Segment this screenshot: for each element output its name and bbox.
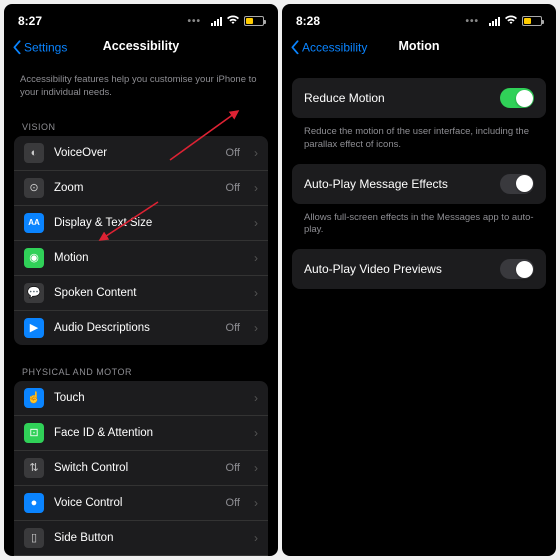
- status-bar: 8:27 •••: [4, 4, 278, 32]
- chevron-right-icon: ›: [254, 531, 258, 545]
- recording-indicator-icon: •••: [465, 16, 479, 27]
- cell-signal-icon: [211, 17, 222, 26]
- row-label: Face ID & Attention: [54, 427, 240, 439]
- row-value: Off: [226, 322, 240, 334]
- chevron-right-icon: ›: [254, 286, 258, 300]
- zoom-icon: ⊙: [24, 178, 44, 198]
- row-label: Voice Control: [54, 497, 216, 509]
- row-label: Zoom: [54, 182, 216, 194]
- content-scroll[interactable]: Accessibility features help you customis…: [4, 64, 278, 556]
- group-vision: ◐ VoiceOver Off › ⊙ Zoom Off › AA Display & Text …: [14, 136, 268, 345]
- phone-left-accessibility: 8:27 ••• Settings Accessibility Accessib…: [4, 4, 278, 556]
- row-voiceover[interactable]: ◐ VoiceOver Off ›: [14, 136, 268, 171]
- sidebutton-icon: ▯: [24, 528, 44, 548]
- group-reduce-motion: Reduce Motion: [292, 78, 546, 118]
- nav-bar: Settings Accessibility: [4, 32, 278, 64]
- chevron-left-icon: [290, 40, 300, 54]
- voicectrl-icon: ●: [24, 493, 44, 513]
- status-bar: 8:28 •••: [282, 4, 556, 32]
- cell-signal-icon: [489, 17, 500, 26]
- row-label: VoiceOver: [54, 147, 216, 159]
- switchctrl-icon: ⇅: [24, 458, 44, 478]
- group-physical: ☝ Touch › ⊡ Face ID & Attention › ⇅ Switch Cont…: [14, 381, 268, 556]
- row-reduce-motion[interactable]: Reduce Motion: [292, 78, 546, 118]
- back-label: Settings: [24, 40, 67, 54]
- battery-icon: [522, 16, 542, 26]
- row-switchctrl[interactable]: ⇅ Switch Control Off ›: [14, 451, 268, 486]
- status-icons: •••: [465, 14, 542, 28]
- row-value: Off: [226, 182, 240, 194]
- row-label: Display & Text Size: [54, 217, 240, 229]
- page-title: Accessibility: [103, 39, 179, 53]
- audiodesc-icon: ▶: [24, 318, 44, 338]
- chevron-left-icon: [12, 40, 22, 54]
- status-time: 8:28: [296, 14, 320, 28]
- voiceover-icon: ◐: [24, 143, 44, 163]
- nav-bar: Accessibility Motion: [282, 32, 556, 64]
- group-auto-play-message-effects: Auto-Play Message Effects: [292, 164, 546, 204]
- faceid-icon: ⊡: [24, 423, 44, 443]
- status-time: 8:27: [18, 14, 42, 28]
- chevron-right-icon: ›: [254, 391, 258, 405]
- chevron-right-icon: ›: [254, 146, 258, 160]
- row-value: Off: [226, 147, 240, 159]
- row-label: Audio Descriptions: [54, 322, 216, 334]
- row-label: Spoken Content: [54, 287, 240, 299]
- section-header-physical: PHYSICAL AND MOTOR: [10, 359, 272, 381]
- row-voicectrl[interactable]: ● Voice Control Off ›: [14, 486, 268, 521]
- group-auto-play-video-previews: Auto-Play Video Previews: [292, 249, 546, 289]
- row-label: Auto-Play Video Previews: [304, 262, 490, 276]
- row-motion[interactable]: ◉ Motion ›: [14, 241, 268, 276]
- spoken-icon: 💬: [24, 283, 44, 303]
- row-label: Reduce Motion: [304, 91, 490, 105]
- status-icons: •••: [187, 14, 264, 28]
- footer-note: Reduce the motion of the user interface,…: [288, 120, 550, 164]
- chevron-right-icon: ›: [254, 181, 258, 195]
- section-header-vision: VISION: [10, 114, 272, 136]
- phone-right-motion: 8:28 ••• Accessibility Motion Reduce Mot…: [282, 4, 556, 556]
- wifi-icon: [226, 14, 240, 28]
- chevron-right-icon: ›: [254, 251, 258, 265]
- row-zoom[interactable]: ⊙ Zoom Off ›: [14, 171, 268, 206]
- row-spoken[interactable]: 💬 Spoken Content ›: [14, 276, 268, 311]
- back-button[interactable]: Settings: [12, 40, 67, 54]
- row-value: Off: [226, 497, 240, 509]
- display-icon: AA: [24, 213, 44, 233]
- chevron-right-icon: ›: [254, 426, 258, 440]
- row-label: Touch: [54, 392, 240, 404]
- row-audiodesc[interactable]: ▶ Audio Descriptions Off ›: [14, 311, 268, 345]
- row-label: Switch Control: [54, 462, 216, 474]
- row-faceid[interactable]: ⊡ Face ID & Attention ›: [14, 416, 268, 451]
- chevron-right-icon: ›: [254, 461, 258, 475]
- row-value: Off: [226, 462, 240, 474]
- chevron-right-icon: ›: [254, 216, 258, 230]
- motion-icon: ◉: [24, 248, 44, 268]
- chevron-right-icon: ›: [254, 496, 258, 510]
- row-label: Motion: [54, 252, 240, 264]
- back-button[interactable]: Accessibility: [290, 40, 367, 54]
- content-scroll[interactable]: Reduce Motion Reduce the motion of the us…: [282, 64, 556, 556]
- row-label: Side Button: [54, 532, 240, 544]
- back-label: Accessibility: [302, 40, 367, 54]
- row-auto-play-message-effects[interactable]: Auto-Play Message Effects: [292, 164, 546, 204]
- toggle-auto-play-video-previews[interactable]: [500, 259, 534, 279]
- battery-icon: [244, 16, 264, 26]
- intro-text: Accessibility features help you customis…: [10, 64, 272, 114]
- toggle-auto-play-message-effects[interactable]: [500, 174, 534, 194]
- row-label: Auto-Play Message Effects: [304, 177, 490, 191]
- toggle-reduce-motion[interactable]: [500, 88, 534, 108]
- row-touch[interactable]: ☝ Touch ›: [14, 381, 268, 416]
- recording-indicator-icon: •••: [187, 16, 201, 27]
- row-sidebutton[interactable]: ▯ Side Button ›: [14, 521, 268, 556]
- row-display[interactable]: AA Display & Text Size ›: [14, 206, 268, 241]
- wifi-icon: [504, 14, 518, 28]
- chevron-right-icon: ›: [254, 321, 258, 335]
- page-title: Motion: [399, 39, 440, 53]
- footer-note: Allows full-screen effects in the Messag…: [288, 206, 550, 250]
- touch-icon: ☝: [24, 388, 44, 408]
- row-auto-play-video-previews[interactable]: Auto-Play Video Previews: [292, 249, 546, 289]
